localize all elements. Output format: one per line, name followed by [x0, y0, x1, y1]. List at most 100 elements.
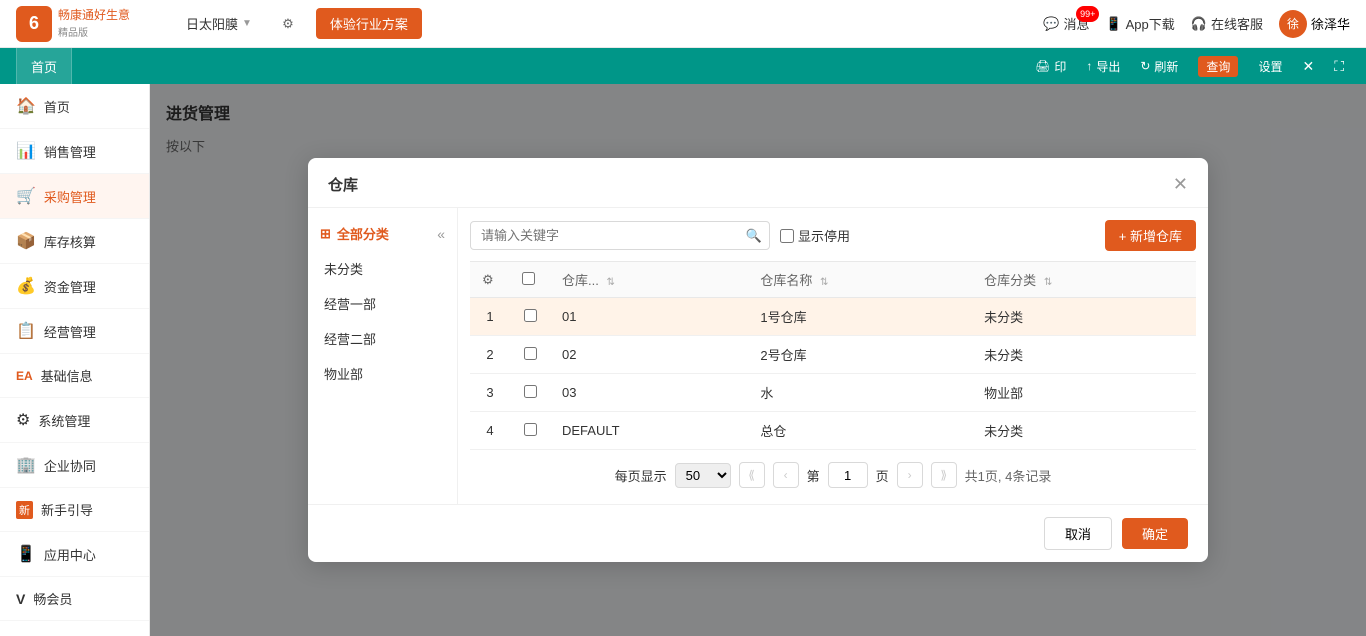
operations-icon: 📋 — [16, 321, 36, 341]
all-category-btn[interactable]: ⊞ 全部分类 — [320, 224, 389, 243]
modal-close-button[interactable]: ✕ — [1173, 174, 1188, 195]
sidebar-item-system[interactable]: ⚙ 系统管理 — [0, 398, 149, 443]
sort-category-icon: ⇅ — [1044, 277, 1052, 288]
table-row[interactable]: 2 02 2号仓库 未分类 — [470, 336, 1196, 374]
th-name-label: 仓库名称 — [760, 273, 812, 288]
show-disabled-checkbox[interactable] — [780, 229, 794, 243]
th-code-label: 仓库... — [562, 273, 599, 288]
confirm-button[interactable]: 确定 — [1122, 518, 1188, 549]
row-category: 未分类 — [972, 298, 1196, 336]
row-checkbox-cell — [510, 412, 550, 450]
purchase-icon: 🛒 — [16, 186, 36, 206]
row-code: 03 — [550, 374, 748, 412]
category-item-dept2[interactable]: 经营二部 — [308, 321, 457, 356]
refresh-label: 刷新 — [1154, 58, 1178, 75]
base-info-icon: EA — [16, 369, 33, 383]
category-panel: ⊞ 全部分类 « 未分类 经营一部 经营二部 物业部 — [308, 208, 458, 504]
page-number-input[interactable] — [828, 462, 868, 488]
row-checkbox-cell — [510, 336, 550, 374]
sidebar-item-guide[interactable]: 新 新手引导 — [0, 488, 149, 532]
appcenter-icon: 📱 — [16, 544, 36, 564]
logo-text-group: 畅康通好生意 精品版 — [58, 8, 130, 39]
add-warehouse-button[interactable]: + 新增仓库 — [1105, 220, 1196, 251]
row-checkbox[interactable] — [524, 309, 537, 322]
settings-action[interactable]: 设置 — [1252, 56, 1288, 77]
refresh-icon: ↻ — [1140, 59, 1150, 73]
sidebar-item-purchase[interactable]: 🛒 采购管理 — [0, 174, 149, 219]
sub-nav: 首页 🖨 印 ↑ 导出 ↻ 刷新 查询 设置 ✕ ⛶ — [0, 48, 1366, 84]
subnav-item-home[interactable]: 首页 — [16, 48, 72, 84]
first-page-button[interactable]: ⟪ — [739, 462, 765, 488]
print-action[interactable]: 🖨 印 — [1029, 56, 1072, 77]
export-action[interactable]: ↑ 导出 — [1080, 56, 1126, 77]
row-checkbox[interactable] — [524, 347, 537, 360]
table-toolbar: 🔍 显示停用 + 新增仓库 — [470, 220, 1196, 251]
sidebar-item-home-label: 首页 — [44, 97, 70, 116]
sidebar-item-member[interactable]: V 畅会员 — [0, 577, 149, 621]
settings-label: 设置 — [1258, 58, 1282, 75]
main-layout: 🏠 首页 📊 销售管理 🛒 采购管理 📦 库存核算 💰 资金管理 📋 经营管理 … — [0, 84, 1366, 636]
sidebar-item-operations[interactable]: 📋 经营管理 — [0, 309, 149, 354]
store-name: 日太阳膜 — [186, 14, 238, 33]
settings-button[interactable]: ⚙ — [272, 8, 304, 40]
th-settings: ⚙ — [470, 262, 510, 298]
search-box: 🔍 — [470, 221, 770, 250]
row-checkbox[interactable] — [524, 423, 537, 436]
table-row[interactable]: 1 01 1号仓库 未分类 — [470, 298, 1196, 336]
all-category-label: 全部分类 — [337, 224, 389, 243]
per-page-select[interactable]: 50 10 20 100 — [675, 463, 731, 488]
trial-button[interactable]: 体验行业方案 — [316, 8, 422, 39]
select-all-checkbox[interactable] — [522, 272, 535, 285]
user-area[interactable]: 徐 徐泽华 — [1279, 10, 1350, 38]
collapse-panel-button[interactable]: « — [437, 226, 445, 242]
logo-icon: 6 — [16, 6, 52, 42]
enterprise-icon: 🏢 — [16, 455, 36, 475]
phone-icon: 📱 — [1105, 16, 1121, 32]
modal-header: 仓库 ✕ — [308, 158, 1208, 208]
category-item-property[interactable]: 物业部 — [308, 356, 457, 391]
online-service-item[interactable]: 🎧 在线客服 — [1191, 14, 1263, 33]
next-page-button[interactable]: › — [897, 462, 923, 488]
sidebar-item-member-label: 畅会员 — [33, 589, 72, 608]
sub-nav-expand-icon[interactable]: ⛶ — [1328, 56, 1350, 77]
store-selector[interactable]: 日太阳膜 ▼ — [178, 10, 260, 37]
prev-page-button[interactable]: ‹ — [773, 462, 799, 488]
refresh-action[interactable]: ↻ 刷新 — [1134, 56, 1184, 77]
sidebar-item-sales[interactable]: 📊 销售管理 — [0, 129, 149, 174]
modal-overlay: 仓库 ✕ ⊞ 全部分类 « 未分类 — [150, 84, 1366, 636]
category-item-unclassified[interactable]: 未分类 — [308, 251, 457, 286]
finance-icon: 💰 — [16, 276, 36, 296]
row-category: 未分类 — [972, 336, 1196, 374]
th-name: 仓库名称 ⇅ — [748, 262, 972, 298]
table-row[interactable]: 3 03 水 物业部 — [470, 374, 1196, 412]
sidebar-item-home[interactable]: 🏠 首页 — [0, 84, 149, 129]
table-row[interactable]: 4 DEFAULT 总仓 未分类 — [470, 412, 1196, 450]
sidebar-item-operations-label: 经营管理 — [44, 322, 96, 341]
notification-badge: 99+ — [1076, 6, 1099, 22]
sub-nav-close-icon[interactable]: ✕ — [1296, 56, 1320, 77]
sidebar-item-inventory-label: 库存核算 — [44, 232, 96, 251]
per-page-label: 每页显示 — [615, 466, 667, 485]
cancel-button[interactable]: 取消 — [1044, 517, 1112, 550]
query-action[interactable]: 查询 — [1192, 54, 1244, 79]
sidebar-item-appcenter-label: 应用中心 — [44, 545, 96, 564]
app-download-label: App下载 — [1126, 14, 1175, 33]
category-item-dept1[interactable]: 经营一部 — [308, 286, 457, 321]
search-input[interactable] — [470, 221, 770, 250]
notifications-item[interactable]: 💬 消息 99+ — [1043, 14, 1089, 33]
app-download-item[interactable]: 📱 App下载 — [1105, 14, 1174, 33]
search-icon[interactable]: 🔍 — [746, 228, 762, 244]
sidebar-item-enterprise[interactable]: 🏢 企业协同 — [0, 443, 149, 488]
export-icon: ↑ — [1086, 59, 1092, 73]
sidebar-item-finance[interactable]: 💰 资金管理 — [0, 264, 149, 309]
th-code: 仓库... ⇅ — [550, 262, 748, 298]
row-code: 01 — [550, 298, 748, 336]
online-service-label: 在线客服 — [1211, 14, 1263, 33]
warehouse-table: ⚙ 仓库... ⇅ 仓库名称 ⇅ — [470, 261, 1196, 450]
sidebar-item-inventory[interactable]: 📦 库存核算 — [0, 219, 149, 264]
row-checkbox[interactable] — [524, 385, 537, 398]
sidebar-item-base-info[interactable]: EA 基础信息 — [0, 354, 149, 398]
sales-icon: 📊 — [16, 141, 36, 161]
last-page-button[interactable]: ⟫ — [931, 462, 957, 488]
sidebar-item-appcenter[interactable]: 📱 应用中心 — [0, 532, 149, 577]
